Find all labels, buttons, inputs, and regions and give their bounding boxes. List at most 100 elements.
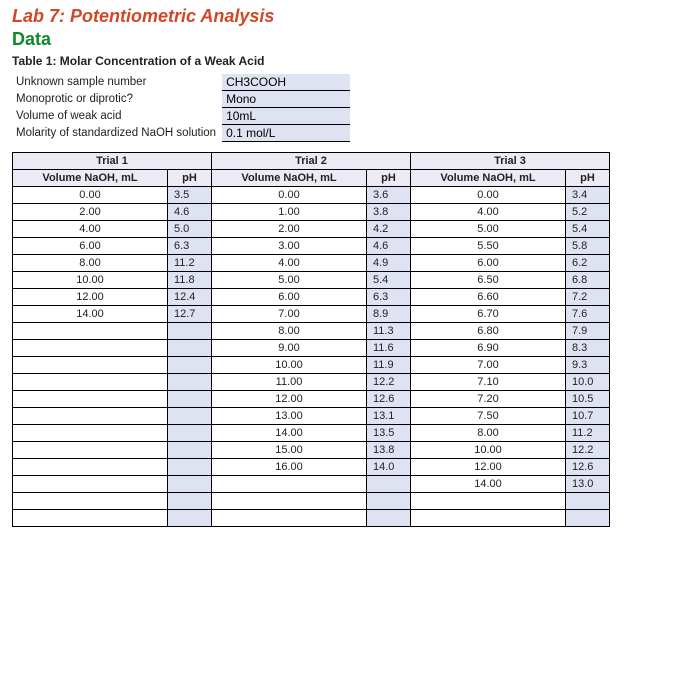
info-row: Volume of weak acid10mL xyxy=(16,108,350,125)
ph-cell: 11.9 xyxy=(367,357,411,374)
vol-cell: 7.10 xyxy=(411,374,566,391)
table-row: 14.0013.0 xyxy=(13,476,610,493)
table-row: 14.0013.58.0011.2 xyxy=(13,425,610,442)
vol-cell: 1.00 xyxy=(212,204,367,221)
vol-cell: 6.00 xyxy=(13,238,168,255)
ph-cell: 5.2 xyxy=(566,204,610,221)
ph-cell: 12.4 xyxy=(168,289,212,306)
table-row: 2.004.61.003.84.005.2 xyxy=(13,204,610,221)
table-row: 9.0011.66.908.3 xyxy=(13,340,610,357)
table-row: 8.0011.36.807.9 xyxy=(13,323,610,340)
ph-cell: 11.2 xyxy=(168,255,212,272)
trial3-header: Trial 3 xyxy=(411,153,610,170)
vol-cell-empty xyxy=(13,493,168,510)
acid-info-table: Unknown sample numberCH3COOHMonoprotic o… xyxy=(16,74,350,142)
vol-cell-empty xyxy=(13,340,168,357)
vol-cell: 10.00 xyxy=(212,357,367,374)
ph-cell-empty xyxy=(566,510,610,527)
ph-cell-empty xyxy=(168,425,212,442)
table-row: 10.0011.97.009.3 xyxy=(13,357,610,374)
table-row: 4.005.02.004.25.005.4 xyxy=(13,221,610,238)
vol-cell: 6.80 xyxy=(411,323,566,340)
vol-cell: 6.70 xyxy=(411,306,566,323)
ph-cell: 6.2 xyxy=(566,255,610,272)
ph-cell: 4.2 xyxy=(367,221,411,238)
info-row: Molarity of standardized NaOH solution0.… xyxy=(16,125,350,142)
vol-cell-empty xyxy=(13,357,168,374)
ph-cell-empty xyxy=(367,510,411,527)
vol-cell: 0.00 xyxy=(411,187,566,204)
ph-cell: 3.5 xyxy=(168,187,212,204)
ph-cell: 5.4 xyxy=(566,221,610,238)
vol-cell: 15.00 xyxy=(212,442,367,459)
info-value: 10mL xyxy=(222,108,350,125)
vol-cell: 4.00 xyxy=(411,204,566,221)
ph-cell: 10.7 xyxy=(566,408,610,425)
ph-cell-empty xyxy=(168,323,212,340)
ph-cell: 4.6 xyxy=(168,204,212,221)
vol-cell: 6.00 xyxy=(212,289,367,306)
trial1-ph-col: pH xyxy=(168,170,212,187)
ph-cell: 6.8 xyxy=(566,272,610,289)
table-row xyxy=(13,510,610,527)
ph-cell: 7.9 xyxy=(566,323,610,340)
vol-cell-empty xyxy=(13,442,168,459)
ph-cell-empty xyxy=(168,510,212,527)
vol-cell: 14.00 xyxy=(212,425,367,442)
vol-cell: 7.50 xyxy=(411,408,566,425)
info-value: Mono xyxy=(222,91,350,108)
ph-cell-empty xyxy=(168,391,212,408)
vol-cell-empty xyxy=(212,493,367,510)
vol-cell: 7.20 xyxy=(411,391,566,408)
vol-cell: 10.00 xyxy=(13,272,168,289)
ph-cell: 4.9 xyxy=(367,255,411,272)
ph-cell: 11.8 xyxy=(168,272,212,289)
ph-cell: 5.8 xyxy=(566,238,610,255)
table-row: 11.0012.27.1010.0 xyxy=(13,374,610,391)
ph-cell: 14.0 xyxy=(367,459,411,476)
ph-cell: 11.3 xyxy=(367,323,411,340)
vol-cell: 5.00 xyxy=(411,221,566,238)
ph-cell-empty xyxy=(168,493,212,510)
ph-cell-empty xyxy=(566,493,610,510)
vol-cell: 6.90 xyxy=(411,340,566,357)
vol-cell: 14.00 xyxy=(13,306,168,323)
vol-cell: 0.00 xyxy=(13,187,168,204)
table-caption: Table 1: Molar Concentration of a Weak A… xyxy=(12,54,679,68)
vol-cell: 2.00 xyxy=(13,204,168,221)
vol-cell: 8.00 xyxy=(13,255,168,272)
ph-cell: 8.3 xyxy=(566,340,610,357)
ph-cell: 4.6 xyxy=(367,238,411,255)
vol-cell: 10.00 xyxy=(411,442,566,459)
ph-cell: 8.9 xyxy=(367,306,411,323)
vol-cell: 12.00 xyxy=(212,391,367,408)
ph-cell: 6.3 xyxy=(168,238,212,255)
table-row: 0.003.50.003.60.003.4 xyxy=(13,187,610,204)
info-label: Unknown sample number xyxy=(16,74,222,91)
vol-cell-empty xyxy=(411,493,566,510)
info-row: Monoprotic or diprotic?Mono xyxy=(16,91,350,108)
table-row: 15.0013.810.0012.2 xyxy=(13,442,610,459)
trial2-header: Trial 2 xyxy=(212,153,411,170)
table-row: 8.0011.24.004.96.006.2 xyxy=(13,255,610,272)
table-row xyxy=(13,493,610,510)
ph-cell: 10.5 xyxy=(566,391,610,408)
vol-cell-empty xyxy=(13,459,168,476)
ph-cell: 11.6 xyxy=(367,340,411,357)
vol-cell: 7.00 xyxy=(212,306,367,323)
ph-cell-empty xyxy=(367,493,411,510)
trials-table-wrap: Trial 1 Trial 2 Trial 3 Volume NaOH, mL … xyxy=(12,152,679,527)
info-row: Unknown sample numberCH3COOH xyxy=(16,74,350,91)
ph-cell-empty xyxy=(168,459,212,476)
ph-cell-empty xyxy=(168,408,212,425)
vol-cell-empty xyxy=(13,425,168,442)
trial3-vol-col: Volume NaOH, mL xyxy=(411,170,566,187)
table-row: 12.0012.46.006.36.607.2 xyxy=(13,289,610,306)
vol-cell: 6.00 xyxy=(411,255,566,272)
ph-cell: 7.6 xyxy=(566,306,610,323)
vol-cell-empty xyxy=(13,476,168,493)
info-value: 0.1 mol/L xyxy=(222,125,350,142)
ph-cell: 12.2 xyxy=(367,374,411,391)
vol-cell-empty xyxy=(13,374,168,391)
page: Lab 7: Potentiometric Analysis Data Tabl… xyxy=(0,0,691,539)
